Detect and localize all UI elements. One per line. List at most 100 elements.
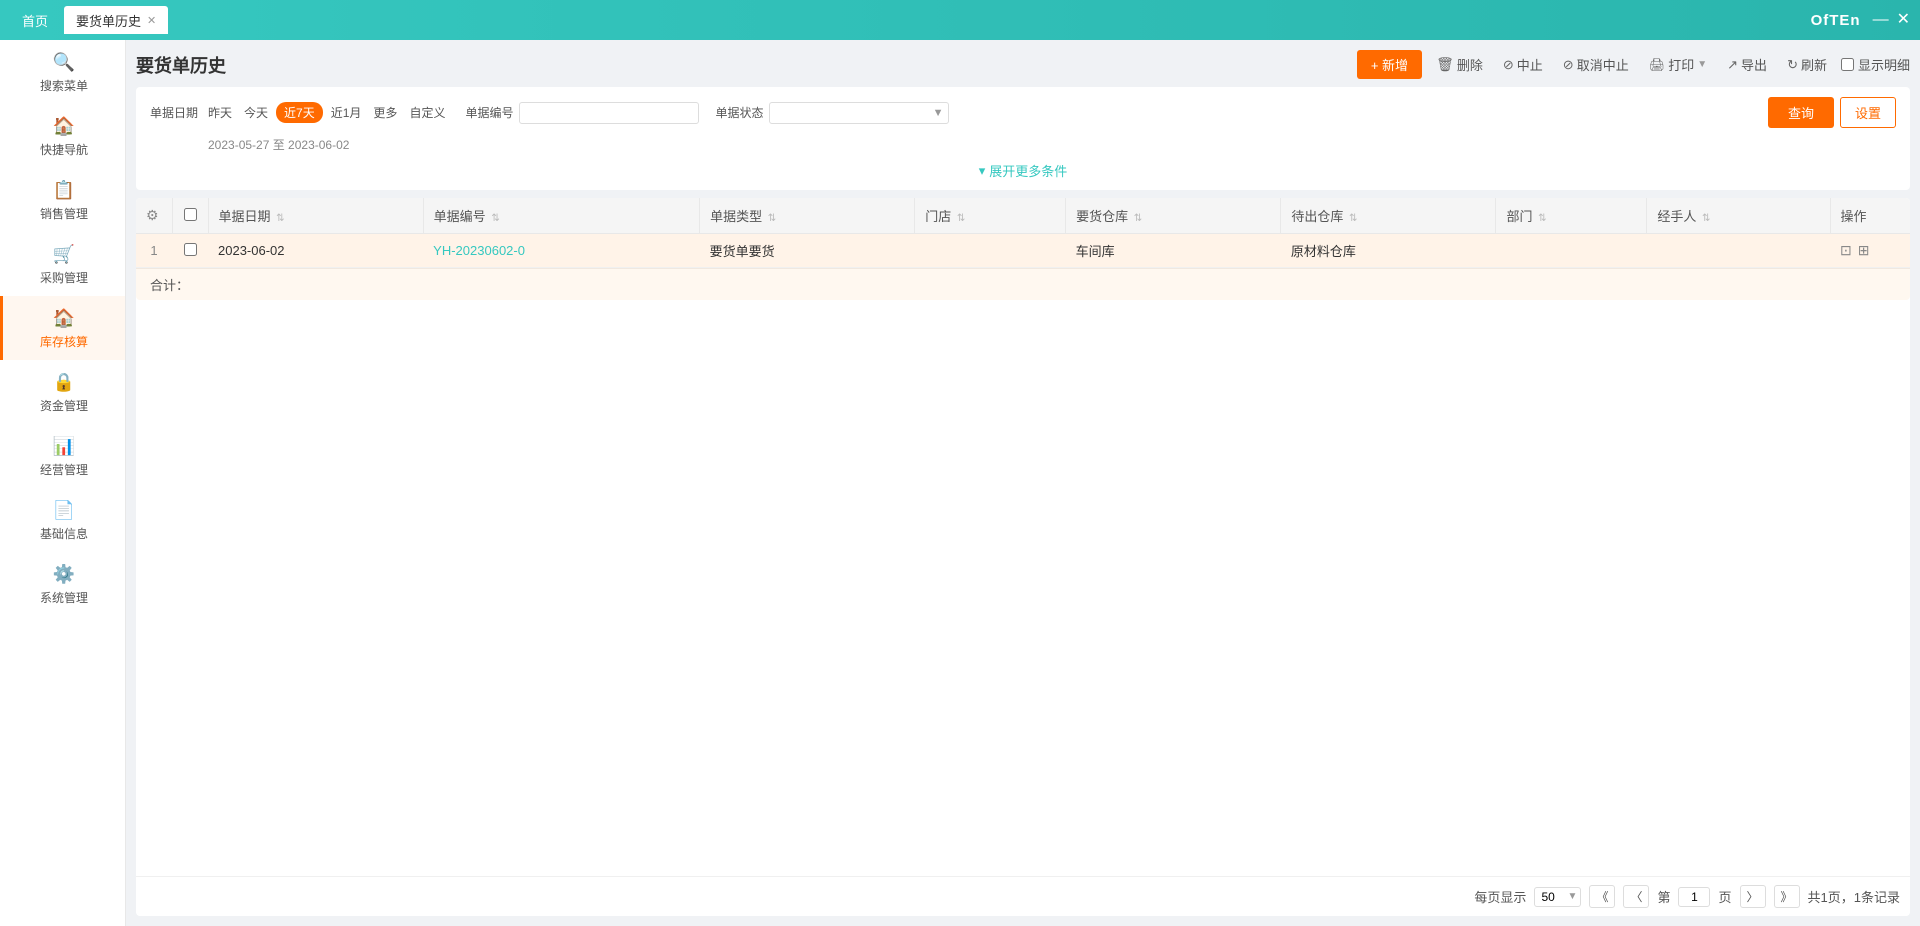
col-handler-label: 经手人: [1657, 209, 1696, 224]
toolbar: + 新增 🗑 删除 ⊘ 中止 ⊘ 取消中止 🖨 打印 ▼: [1357, 50, 1910, 79]
doc-number-link[interactable]: YH-20230602-0: [433, 243, 525, 258]
top-bar-right: OfTEn — ✕: [1811, 12, 1910, 29]
row-store: [915, 234, 1066, 268]
sidebar-item-purchase-label: 采购管理: [40, 269, 88, 286]
sidebar-item-finance-label: 资金管理: [40, 397, 88, 414]
sidebar-item-purchase[interactable]: 🛒 采购管理: [0, 232, 125, 296]
show-detail-checkbox[interactable]: [1841, 58, 1854, 71]
col-doc-number[interactable]: 单据编号 ⇅: [423, 198, 699, 234]
sidebar-item-base-info[interactable]: 📄 基础信息: [0, 488, 125, 552]
col-store[interactable]: 门店 ⇅: [915, 198, 1066, 234]
sidebar-item-finance[interactable]: 🔒 资金管理: [0, 360, 125, 424]
table-header-row: ⚙ 单据日期 ⇅ 单据编号 ⇅: [136, 198, 1910, 234]
col-pending-warehouse[interactable]: 待出仓库 ⇅: [1281, 198, 1496, 234]
sidebar-item-inventory[interactable]: 🏠 库存核算: [0, 296, 125, 360]
col-doc-number-label: 单据编号: [434, 209, 486, 224]
total-info: 共1页，1条记录: [1808, 887, 1900, 906]
export-icon: ↗: [1727, 57, 1738, 73]
next-page-btn[interactable]: 〉: [1740, 885, 1766, 908]
date-opt-today[interactable]: 今天: [240, 102, 272, 123]
date-opt-custom[interactable]: 自定义: [405, 102, 449, 123]
tab-close-icon[interactable]: ✕: [147, 14, 156, 27]
page-num-input[interactable]: [1678, 887, 1710, 907]
doc-number-filter-label: 单据编号: [465, 104, 513, 121]
col-department[interactable]: 部门 ⇅: [1496, 198, 1647, 234]
stop-button[interactable]: ⊘ 中止: [1497, 51, 1549, 78]
gear-icon[interactable]: ⚙: [146, 207, 159, 223]
col-actions: 操作: [1830, 198, 1910, 234]
print-button[interactable]: 🖨 打印 ▼: [1643, 51, 1713, 78]
doc-number-input[interactable]: [519, 102, 699, 124]
expand-more-button[interactable]: ▾ 展开更多条件: [979, 161, 1068, 180]
sidebar: 🔍 搜索菜单 🏠 快捷导航 📋 销售管理 🛒 采购管理 🏠 库存核算 🔒 资金管…: [0, 40, 126, 926]
row-num: 1: [136, 234, 172, 268]
date-opt-yesterday[interactable]: 昨天: [204, 102, 236, 123]
settings-button-label: 设置: [1855, 103, 1881, 122]
sidebar-item-sales[interactable]: 📋 销售管理: [0, 168, 125, 232]
row-checkbox-cell: [172, 234, 208, 268]
sidebar-item-operations[interactable]: 📊 经营管理: [0, 424, 125, 488]
date-opt-7days[interactable]: 近7天: [276, 102, 323, 123]
per-page-select[interactable]: 50 10 20 100: [1534, 887, 1581, 907]
date-opt-more[interactable]: 更多: [369, 102, 401, 123]
show-detail-toggle[interactable]: 显示明细: [1841, 55, 1910, 74]
col-doc-date-sort: ⇅: [276, 213, 284, 224]
expand-down-icon: ▾: [979, 163, 986, 179]
main-table: ⚙ 单据日期 ⇅ 单据编号 ⇅: [136, 198, 1910, 268]
minimize-btn[interactable]: —: [1873, 12, 1889, 28]
new-button[interactable]: + 新增: [1357, 50, 1422, 79]
sales-icon: 📋: [53, 180, 75, 201]
prev-page-btn[interactable]: 〈: [1623, 885, 1649, 908]
sidebar-item-inventory-label: 库存核算: [40, 333, 88, 350]
col-doc-date[interactable]: 单据日期 ⇅: [208, 198, 423, 234]
date-opt-1month[interactable]: 近1月: [327, 102, 366, 123]
first-page-btn[interactable]: 《: [1589, 885, 1615, 908]
export-button[interactable]: ↗ 导出: [1721, 51, 1773, 78]
settings-button[interactable]: 设置: [1840, 97, 1896, 128]
sidebar-item-base-info-label: 基础信息: [40, 525, 88, 542]
doc-status-select-container: ▼: [769, 102, 949, 124]
col-doc-type-label: 单据类型: [710, 209, 762, 224]
inventory-icon: 🏠: [53, 308, 75, 329]
col-actions-label: 操作: [1841, 209, 1867, 224]
col-handler[interactable]: 经手人 ⇅: [1647, 198, 1830, 234]
table-row: 1 2023-06-02 YH-20230602-0 要货单要货 车间库 原材料…: [136, 234, 1910, 268]
row-doc-type: 要货单要货: [700, 234, 915, 268]
expand-more-label: 展开更多条件: [989, 161, 1067, 180]
refresh-button[interactable]: ↻ 刷新: [1781, 51, 1833, 78]
more-action-icon[interactable]: ⊞: [1858, 242, 1870, 259]
date-options: 昨天 今天 近7天 近1月 更多 自定义: [204, 102, 449, 123]
tab-home[interactable]: 首页: [10, 6, 60, 34]
tab-history[interactable]: 要货单历史 ✕: [64, 6, 168, 34]
print-dropdown-icon: ▼: [1697, 59, 1707, 70]
col-req-warehouse-label: 要货仓库: [1076, 209, 1128, 224]
brand-label: OfTEn: [1811, 12, 1861, 29]
last-page-btn[interactable]: 》: [1774, 885, 1800, 908]
delete-icon: 🗑: [1436, 56, 1454, 73]
window-controls: — ✕: [1873, 12, 1910, 28]
col-department-sort: ⇅: [1538, 213, 1546, 224]
doc-number-filter-group: 单据编号: [465, 102, 699, 124]
search-menu-icon: 🔍: [53, 52, 75, 73]
col-checkbox: [172, 198, 208, 234]
col-department-label: 部门: [1506, 209, 1532, 224]
refresh-button-label: 刷新: [1801, 55, 1827, 74]
footer-bar: 合计：: [136, 268, 1910, 300]
view-action-icon[interactable]: ⊡: [1840, 242, 1852, 259]
filter-row-date-range: 2023-05-27 至 2023-06-02: [150, 136, 1896, 153]
query-button[interactable]: 查询: [1768, 97, 1834, 128]
col-settings[interactable]: ⚙: [136, 198, 172, 234]
select-all-checkbox[interactable]: [184, 208, 197, 221]
row-checkbox[interactable]: [184, 243, 197, 256]
col-req-warehouse[interactable]: 要货仓库 ⇅: [1066, 198, 1281, 234]
sidebar-item-quick-nav[interactable]: 🏠 快捷导航: [0, 104, 125, 168]
col-doc-type[interactable]: 单据类型 ⇅: [700, 198, 915, 234]
finance-icon: 🔒: [53, 372, 75, 393]
page-suffix: 页: [1718, 887, 1731, 906]
cancel-stop-button[interactable]: ⊘ 取消中止: [1557, 51, 1635, 78]
sidebar-item-system[interactable]: ⚙️ 系统管理: [0, 552, 125, 616]
close-btn[interactable]: ✕: [1897, 12, 1910, 28]
delete-button[interactable]: 🗑 删除: [1430, 51, 1489, 78]
doc-status-select[interactable]: [769, 102, 949, 124]
sidebar-item-search-menu[interactable]: 🔍 搜索菜单: [0, 40, 125, 104]
